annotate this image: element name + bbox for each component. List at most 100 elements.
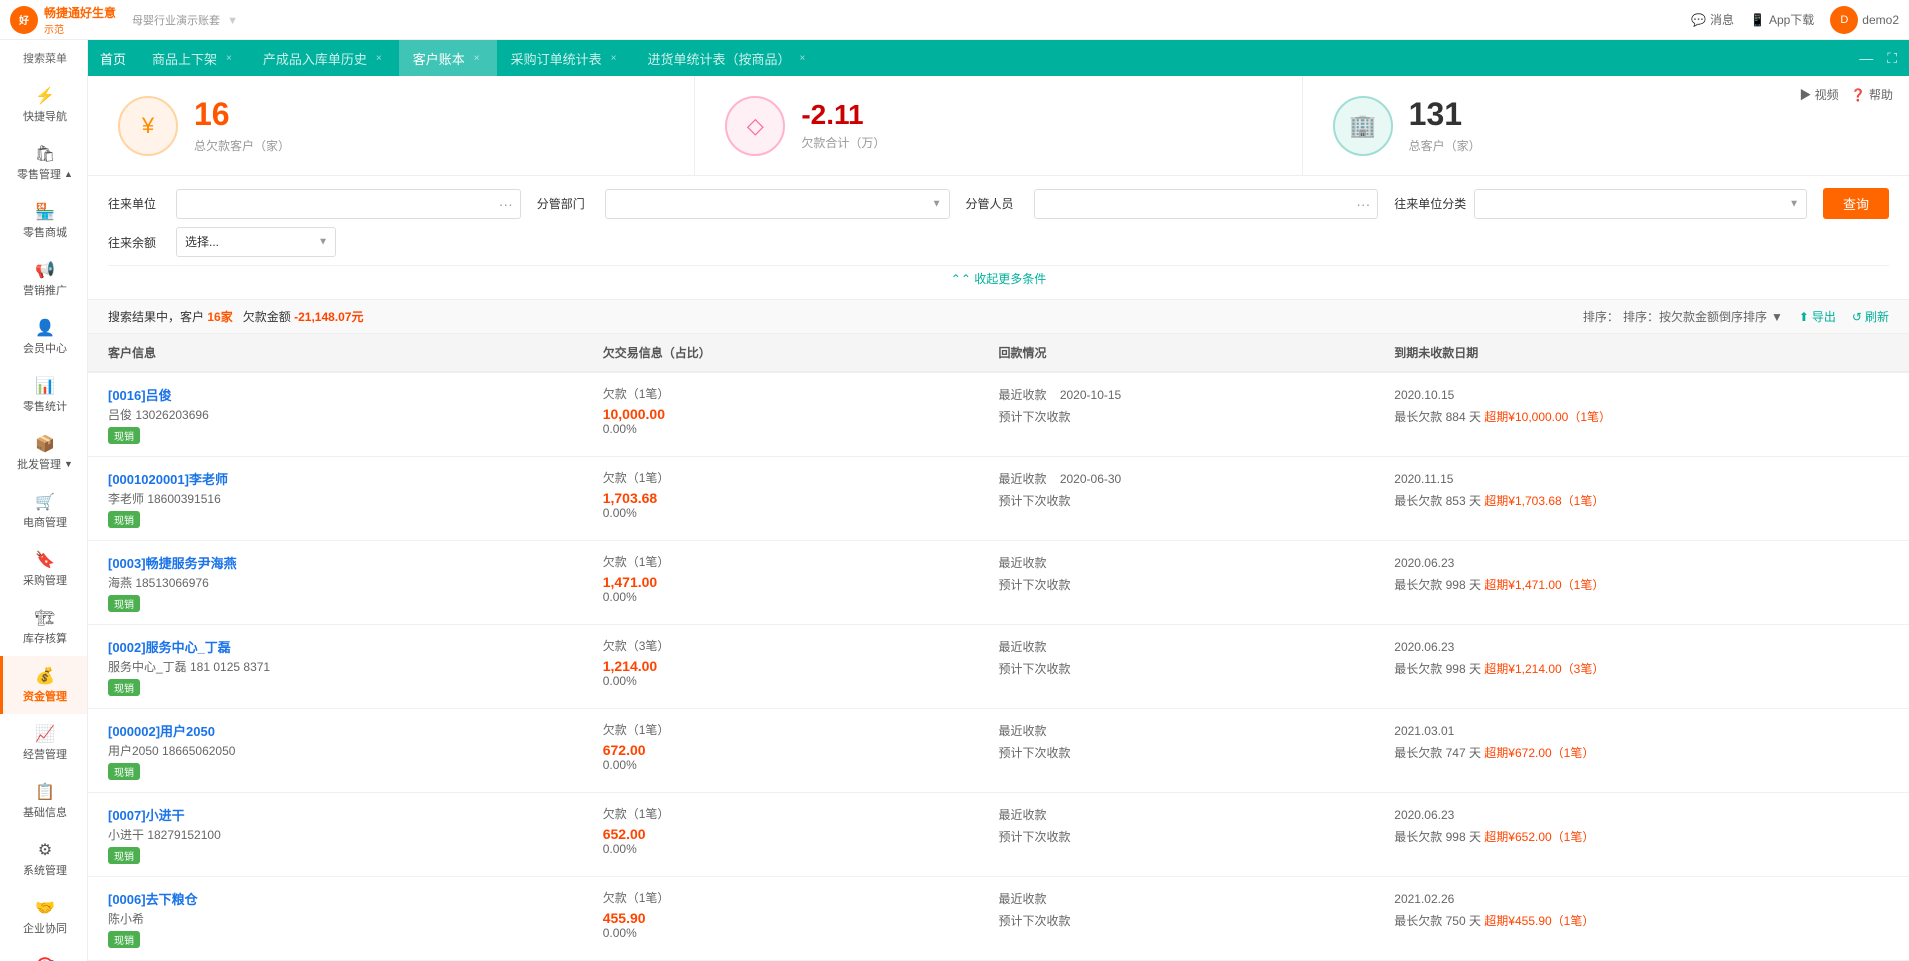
table-row: [0007]小进干 小进干 18279152100 现销 欠款（1笔） 652.…: [88, 793, 1909, 877]
filter-category-input[interactable]: [1474, 189, 1807, 219]
table-row: [0001020001]李老师 李老师 18600391516 现销 欠款（1笔…: [88, 457, 1909, 541]
table-row: [0006]去下粮仓 陈小希 现销 欠款（1笔） 455.90 0.00% 最近…: [88, 877, 1909, 961]
customer-tag: 现销: [108, 679, 140, 696]
sidebar-item-system-mgmt[interactable]: ⚙ 系统管理: [0, 830, 87, 888]
message-button[interactable]: 💬 消息: [1691, 11, 1734, 28]
refresh-button[interactable]: ↺ 刷新: [1852, 308, 1889, 325]
customer-tag: 现销: [108, 595, 140, 612]
user-menu[interactable]: D demo2: [1830, 6, 1899, 34]
filter-category: 往来单位分类 ▼: [1394, 189, 1807, 219]
overdue-days: 最长欠款 998 天 超期¥652.00（1笔）: [1394, 827, 1889, 849]
overdue-detail-link[interactable]: 超期¥1,471.00（1笔）: [1484, 578, 1604, 592]
debt-ratio: 0.00%: [603, 422, 999, 436]
filter-manager-input[interactable]: [1034, 189, 1379, 219]
filter-row-2: 往来余额 选择... ▼: [108, 227, 1889, 257]
tab-close-customer-account[interactable]: ×: [471, 51, 483, 66]
overdue-detail-link[interactable]: 超期¥455.90（1笔）: [1484, 914, 1594, 928]
tab-home[interactable]: 首页: [88, 49, 138, 68]
tab-minimize-button[interactable]: —: [1855, 48, 1877, 68]
last-payment: 最近收款: [999, 889, 1395, 911]
filter-department-input[interactable]: [605, 189, 950, 219]
overdue-detail-link[interactable]: 超期¥652.00（1笔）: [1484, 830, 1594, 844]
tab-close-product-history[interactable]: ×: [373, 51, 385, 66]
tab-customer-account[interactable]: 客户账本 ×: [399, 40, 497, 76]
tab-close-purchase-order[interactable]: ×: [608, 51, 620, 66]
tab-product-listing[interactable]: 商品上下架 ×: [138, 40, 249, 76]
sidebar-item-enterprise-collab[interactable]: 🤝 企业协同: [0, 888, 87, 946]
help-icon: ❓: [1851, 88, 1866, 102]
customer-name-link[interactable]: [0001020001]李老师: [108, 472, 228, 487]
customer-phone: 服务中心_丁磊 181 0125 8371: [108, 658, 603, 675]
sidebar-item-quick-nav[interactable]: ⚡ 快捷导航: [0, 76, 87, 134]
due-date-col: 2021.03.01 最长欠款 747 天 超期¥672.00（1笔）: [1394, 721, 1889, 764]
customer-info-col: [0006]去下粮仓 陈小希 现销: [108, 889, 603, 948]
overdue-detail-link[interactable]: 超期¥1,703.68（1笔）: [1484, 494, 1604, 508]
sidebar-item-inventory[interactable]: 🏗 库存核算: [0, 598, 87, 656]
last-payment: 最近收款: [999, 805, 1395, 827]
help-button[interactable]: ❓ 帮助: [1851, 86, 1893, 103]
filter-customer-unit-input[interactable]: [176, 189, 521, 219]
customer-name-link[interactable]: [0006]去下粮仓: [108, 892, 198, 907]
customer-tag: 现销: [108, 427, 140, 444]
sidebar-item-marketing[interactable]: 📢 营销推广: [0, 250, 87, 308]
tab-stock-stats[interactable]: 进货单统计表（按商品） ×: [633, 40, 822, 76]
export-button[interactable]: ⬆ 导出: [1799, 308, 1836, 325]
sidebar-item-ops-mgmt[interactable]: 📈 经营管理: [0, 714, 87, 772]
stat-icon-debt-amount: ◇: [725, 96, 785, 156]
sidebar-item-purchase-mgmt[interactable]: 🔖 采购管理: [0, 540, 87, 598]
sidebar-item-member[interactable]: 👤 会员中心: [0, 308, 87, 366]
debt-amount: 455.90: [603, 910, 999, 926]
tab-close-product-listing[interactable]: ×: [223, 51, 235, 66]
customer-name-link[interactable]: [0002]服务中心_丁磊: [108, 640, 231, 655]
customer-phone: 小进干 18279152100: [108, 826, 603, 843]
sort-select[interactable]: 排序： 排序：按欠款金额倒序排序 ▼: [1583, 308, 1783, 325]
overdue-detail-link[interactable]: 超期¥1,214.00（3笔）: [1484, 662, 1604, 676]
app-download-button[interactable]: 📱 App下载: [1750, 11, 1814, 28]
debt-info-col: 欠款（1笔） 652.00 0.00%: [603, 805, 999, 856]
customer-phone: 陈小希: [108, 910, 603, 927]
debt-info-col: 欠款（1笔） 672.00 0.00%: [603, 721, 999, 772]
debt-info-col: 欠款（1笔） 1,703.68 0.00%: [603, 469, 999, 520]
sidebar-item-newbie[interactable]: 🎯 新手引导: [0, 946, 87, 961]
due-date-col: 2021.02.26 最长欠款 750 天 超期¥455.90（1笔）: [1394, 889, 1889, 932]
due-date: 2020.11.15: [1394, 469, 1889, 491]
tab-expand-button[interactable]: ⛶: [1883, 48, 1901, 69]
tab-close-stock-stats[interactable]: ×: [796, 51, 808, 66]
overdue-days: 最长欠款 750 天 超期¥455.90（1笔）: [1394, 911, 1889, 933]
due-date: 2020.06.23: [1394, 805, 1889, 827]
customer-info-col: [000002]用户2050 用户2050 18665062050 现销: [108, 721, 603, 780]
view-video-button[interactable]: ▶ 视频: [1799, 86, 1838, 103]
sidebar-item-search[interactable]: 搜索菜单: [0, 40, 87, 76]
top-bar: 好 畅捷通好生意 示范 母婴行业演示账套 ▼ 💬 消息 📱 App下载 D de…: [0, 0, 1909, 40]
customer-phone: 李老师 18600391516: [108, 490, 603, 507]
stat-panel-actions: ▶ 视频 ❓ 帮助: [1799, 86, 1893, 103]
play-icon: ▶: [1799, 88, 1811, 102]
tab-purchase-order[interactable]: 采购订单统计表 ×: [497, 40, 634, 76]
customer-name-link[interactable]: [000002]用户2050: [108, 724, 215, 739]
debt-count: 欠款（3笔）: [603, 637, 999, 654]
table-row: [000002]用户2050 用户2050 18665062050 现销 欠款（…: [88, 709, 1909, 793]
sidebar-item-ecom-mgmt[interactable]: 🛒 电商管理: [0, 482, 87, 540]
overdue-detail-link[interactable]: 超期¥10,000.00（1笔）: [1484, 410, 1611, 424]
customer-name-link[interactable]: [0016]吕俊: [108, 388, 172, 403]
sidebar-item-capital-mgmt[interactable]: 💰 资金管理: [0, 656, 87, 714]
download-icon: 📱: [1750, 13, 1765, 27]
overdue-detail-link[interactable]: 超期¥672.00（1笔）: [1484, 746, 1594, 760]
sidebar-item-batch-mgmt[interactable]: 📦 批发管理 ▼: [0, 424, 87, 482]
debt-info-col: 欠款（1笔） 1,471.00 0.00%: [603, 553, 999, 604]
sidebar-item-retail-mall[interactable]: 🏪 零售商城: [0, 192, 87, 250]
sidebar-item-retail-stats[interactable]: 📊 零售统计: [0, 366, 87, 424]
sidebar-item-basic-info[interactable]: 📋 基础信息: [0, 772, 87, 830]
customer-info-col: [0003]畅捷服务尹海燕 海燕 18513066976 现销: [108, 553, 603, 612]
tab-product-history[interactable]: 产成品入库单历史 ×: [249, 40, 399, 76]
overdue-days: 最长欠款 998 天 超期¥1,214.00（3笔）: [1394, 659, 1889, 681]
collapse-filter-button[interactable]: ⌃⌃ 收起更多条件: [108, 265, 1889, 291]
avatar: D: [1830, 6, 1858, 34]
search-button[interactable]: 查询: [1823, 188, 1889, 219]
debt-amount: 672.00: [603, 742, 999, 758]
sidebar-item-retail-mgmt[interactable]: 🛍 零售管理 ▲: [0, 134, 87, 192]
filter-balance-select[interactable]: 选择...: [176, 227, 336, 257]
customer-name-link[interactable]: [0007]小进干: [108, 808, 185, 823]
filter-area: 往来单位 ··· 分管部门 ▼: [88, 176, 1909, 300]
customer-name-link[interactable]: [0003]畅捷服务尹海燕: [108, 556, 237, 571]
